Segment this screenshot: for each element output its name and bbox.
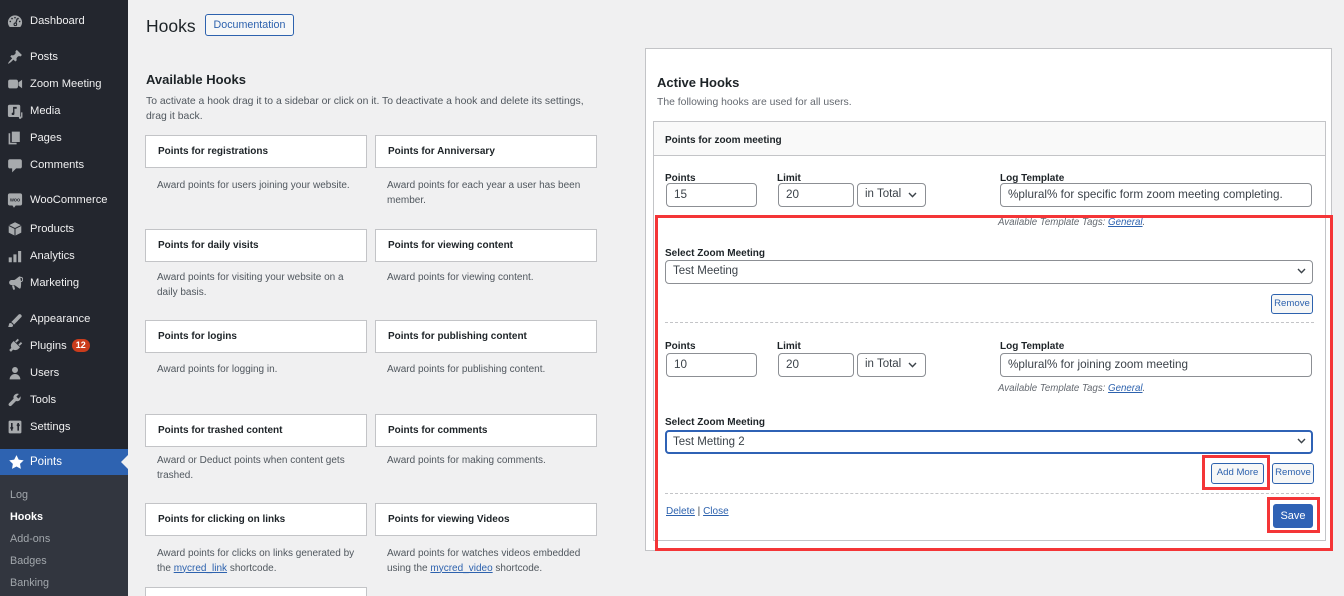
svg-text:woo: woo (9, 197, 20, 203)
